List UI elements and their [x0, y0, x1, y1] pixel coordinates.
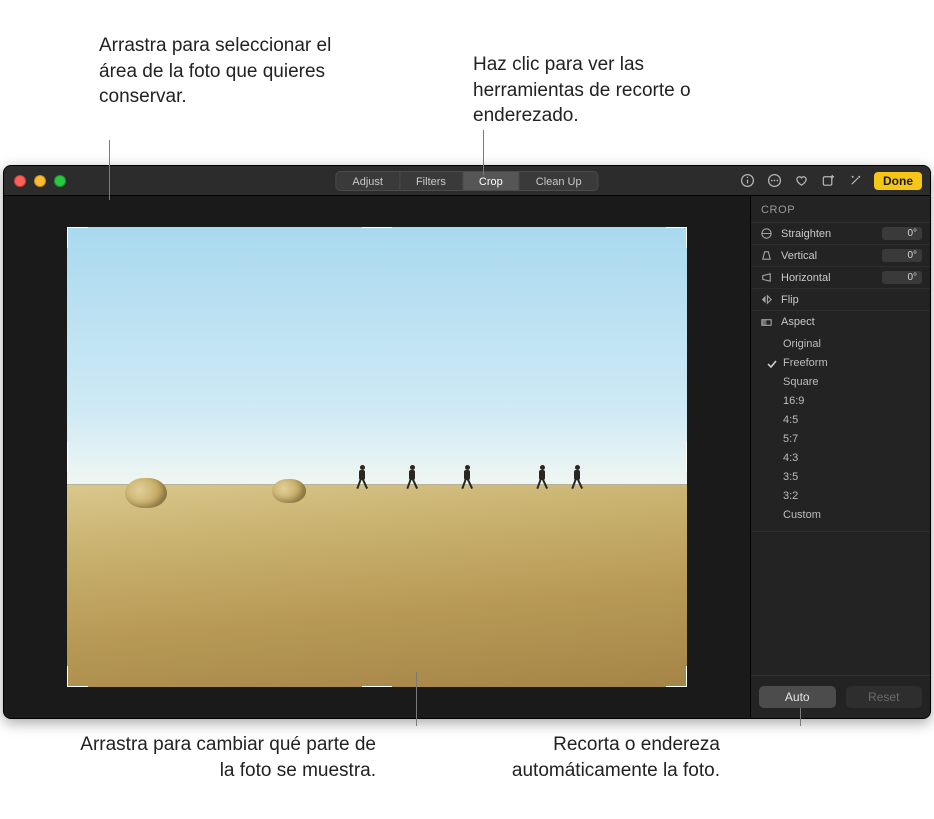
aspect-label: Aspect — [781, 316, 922, 328]
callout-leader — [800, 708, 801, 726]
straighten-value[interactable]: 0° — [882, 227, 922, 240]
callout-drag-select: Arrastra para seleccionar el área de la … — [99, 33, 369, 110]
person-silhouette — [572, 465, 582, 489]
aspect-freeform-label: Freeform — [783, 357, 828, 369]
callout-leader — [416, 672, 417, 726]
callout-crop-tools: Haz clic para ver las herramientas de re… — [473, 52, 753, 129]
close-window-button[interactable] — [14, 175, 26, 187]
zoom-window-button[interactable] — [54, 175, 66, 187]
hay-bale — [272, 479, 306, 503]
info-icon[interactable] — [739, 173, 755, 189]
done-button[interactable]: Done — [874, 172, 922, 190]
auto-crop-button[interactable]: Auto — [759, 686, 836, 708]
hay-bale — [125, 478, 167, 508]
flip-row[interactable]: Flip — [751, 289, 930, 311]
panel-footer: Auto Reset — [751, 675, 930, 718]
photo-crop-region[interactable] — [67, 227, 687, 687]
auto-enhance-wand-icon[interactable] — [847, 173, 863, 189]
aspect-3-5[interactable]: 3:5 — [751, 468, 930, 487]
aspect-4-5[interactable]: 4:5 — [751, 411, 930, 430]
minimize-window-button[interactable] — [34, 175, 46, 187]
straighten-icon — [759, 227, 773, 241]
aspect-16-9[interactable]: 16:9 — [751, 392, 930, 411]
callout-leader — [483, 130, 484, 175]
vertical-row[interactable]: Vertical 0° — [751, 245, 930, 267]
editor-body: CROP Straighten 0° Vertical 0° Hori — [4, 196, 930, 718]
tab-adjust[interactable]: Adjust — [336, 172, 400, 190]
panel-title: CROP — [751, 196, 930, 223]
straighten-label: Straighten — [781, 228, 874, 240]
vertical-value[interactable]: 0° — [882, 249, 922, 262]
person-silhouette — [462, 465, 472, 489]
aspect-custom[interactable]: Custom — [751, 506, 930, 525]
window-controls — [14, 175, 66, 187]
straighten-row[interactable]: Straighten 0° — [751, 223, 930, 245]
callout-drag-move: Arrastra para cambiar qué parte de la fo… — [66, 732, 376, 783]
titlebar: Adjust Filters Crop Clean Up Done — [4, 166, 930, 196]
vertical-label: Vertical — [781, 250, 874, 262]
vertical-perspective-icon — [759, 249, 773, 263]
person-silhouette — [537, 465, 547, 489]
flip-icon — [759, 293, 773, 307]
person-silhouette — [407, 465, 417, 489]
aspect-freeform[interactable]: Freeform — [751, 354, 930, 373]
aspect-3-2[interactable]: 3:2 — [751, 487, 930, 506]
titlebar-right-controls: Done — [739, 172, 922, 190]
canvas-area — [4, 196, 750, 718]
aspect-ratio-list: Original Freeform Square 16:9 4:5 5:7 4:… — [751, 333, 930, 532]
horizontal-value[interactable]: 0° — [882, 271, 922, 284]
aspect-original[interactable]: Original — [751, 335, 930, 354]
aspect-5-7[interactable]: 5:7 — [751, 430, 930, 449]
more-icon[interactable] — [766, 173, 782, 189]
crop-inspector-panel: CROP Straighten 0° Vertical 0° Hori — [750, 196, 930, 718]
tab-cleanup[interactable]: Clean Up — [520, 172, 598, 190]
horizontal-perspective-icon — [759, 271, 773, 285]
aspect-4-3[interactable]: 4:3 — [751, 449, 930, 468]
reset-button[interactable]: Reset — [846, 686, 923, 708]
horizontal-label: Horizontal — [781, 272, 874, 284]
photos-edit-window: Adjust Filters Crop Clean Up Done — [3, 165, 931, 719]
callout-leader — [109, 140, 110, 200]
callout-auto: Recorta o endereza automáticamente la fo… — [440, 732, 720, 783]
photo-field — [67, 485, 687, 687]
aspect-row[interactable]: Aspect — [751, 311, 930, 333]
add-to-album-icon[interactable] — [820, 173, 836, 189]
horizontal-row[interactable]: Horizontal 0° — [751, 267, 930, 289]
favorite-heart-icon[interactable] — [793, 173, 809, 189]
checkmark-icon — [767, 357, 777, 367]
flip-label: Flip — [781, 294, 922, 306]
edit-mode-tabs: Adjust Filters Crop Clean Up — [335, 171, 598, 191]
aspect-square[interactable]: Square — [751, 373, 930, 392]
aspect-icon — [759, 315, 773, 329]
person-silhouette — [357, 465, 367, 489]
tab-filters[interactable]: Filters — [400, 172, 463, 190]
tab-crop[interactable]: Crop — [463, 172, 520, 190]
